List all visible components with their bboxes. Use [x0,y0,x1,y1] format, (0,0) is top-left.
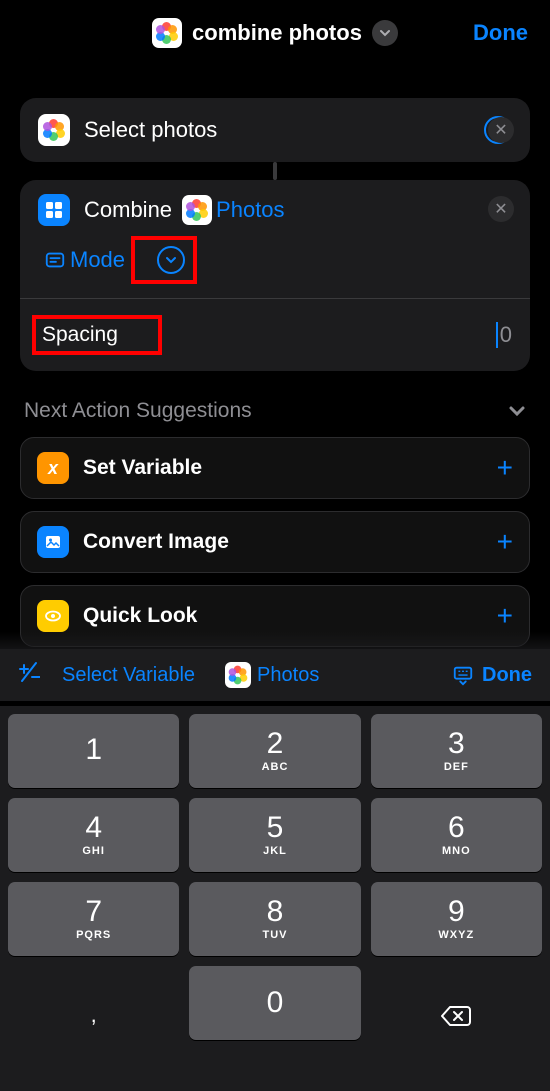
plus-minus-icon[interactable] [18,661,40,689]
photos-variable-chip[interactable]: Photos [225,662,319,688]
photos-icon [38,114,70,146]
suggestions-header[interactable]: Next Action Suggestions [20,371,530,437]
keyboard-done-button[interactable]: Done [452,664,532,687]
suggestion-label: Quick Look [83,604,497,628]
mode-icon [44,249,66,271]
chevron-down-icon [379,27,391,39]
numeric-keypad: 1 2ABC 3DEF 4GHI 5JKL 6MNO 7PQRS 8TUV 9W… [0,706,550,1091]
key-6[interactable]: 6MNO [371,798,542,872]
spacing-label: Spacing [42,323,118,346]
remove-action-button[interactable]: ✕ [488,196,514,222]
shortcut-title[interactable]: combine photos [192,20,362,46]
add-suggestion-button[interactable]: + [497,526,513,558]
action-connector [273,162,277,180]
suggestions-title: Next Action Suggestions [24,399,252,423]
chevron-down-icon [508,402,526,420]
select-photos-label: Select photos [84,117,472,143]
title-menu-button[interactable] [372,20,398,46]
collapse-action-button[interactable] [157,246,185,274]
key-3[interactable]: 3DEF [371,714,542,788]
done-label: Done [482,664,532,687]
photos-variable-label: Photos [216,197,285,223]
done-button[interactable]: Done [473,20,528,46]
key-5[interactable]: 5JKL [189,798,360,872]
keyboard-dismiss-icon [452,664,474,686]
spacing-input[interactable]: 0 [496,322,512,348]
combine-label: Combine [84,197,172,223]
eye-icon [37,600,69,632]
key-1[interactable]: 1 [8,714,179,788]
key-7[interactable]: 7PQRS [8,882,179,956]
combine-action[interactable]: Combine Photos ✕ Mode [20,180,530,298]
suggestion-label: Set Variable [83,456,497,480]
key-8[interactable]: 8TUV [189,882,360,956]
image-icon [37,526,69,558]
photos-variable-label: Photos [257,664,319,687]
key-9[interactable]: 9WXYZ [371,882,542,956]
spacing-parameter-row[interactable]: Spacing 0 [20,298,530,371]
mode-parameter[interactable]: Mode [44,247,125,273]
photos-icon [225,662,251,688]
photos-app-icon [152,18,182,48]
suggestion-label: Convert Image [83,530,497,554]
key-4[interactable]: 4GHI [8,798,179,872]
add-suggestion-button[interactable]: + [497,600,513,632]
mode-label: Mode [70,247,125,273]
select-variable-button[interactable]: Select Variable [62,664,195,687]
photos-variable[interactable]: Photos [182,195,285,225]
remove-action-button[interactable]: ✕ [488,117,514,143]
chevron-down-icon [165,254,177,266]
add-suggestion-button[interactable]: + [497,452,513,484]
key-2[interactable]: 2ABC [189,714,360,788]
select-photos-action[interactable]: Select photos ✕ [20,98,530,162]
key-backspace[interactable] [371,966,542,1040]
key-comma[interactable]: , [8,966,179,1040]
suggestion-convert-image[interactable]: Convert Image + [20,511,530,573]
suggestion-set-variable[interactable]: x Set Variable + [20,437,530,499]
variable-toolbar: Select Variable Photos Done [0,649,550,701]
combine-grid-icon [38,194,70,226]
backspace-icon [440,1004,472,1028]
variable-icon: x [37,452,69,484]
header: combine photos Done [0,0,550,68]
key-0[interactable]: 0 [189,966,360,1040]
photos-icon [182,195,212,225]
